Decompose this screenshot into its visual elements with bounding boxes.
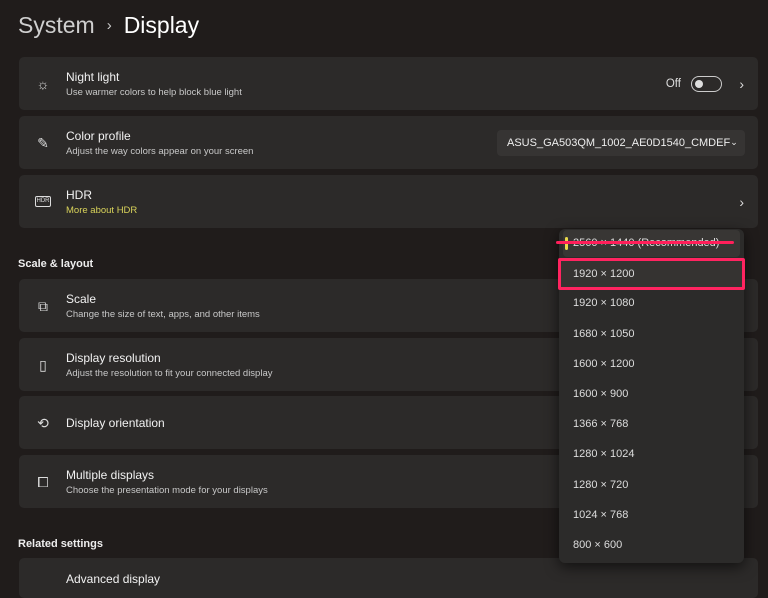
card-title: Multiple displays [66, 468, 268, 482]
card-title: Scale [66, 292, 260, 306]
chevron-right-icon: › [739, 194, 744, 210]
resolution-option[interactable]: 800 × 600 [563, 532, 740, 559]
orientation-icon: ⟲ [35, 415, 51, 431]
card-title: Display orientation [66, 416, 165, 430]
hdr-card[interactable]: HDR HDR More about HDR › [19, 175, 758, 228]
eyedropper-icon: ✎ [35, 135, 51, 151]
multiple-displays-icon: ⧠ [35, 474, 51, 490]
card-title: Color profile [66, 129, 253, 143]
card-title: Night light [66, 70, 242, 84]
resolution-option[interactable]: 1600 × 1200 [563, 351, 740, 378]
resolution-option[interactable]: 1600 × 900 [563, 381, 740, 408]
scale-icon: ⧉ [35, 298, 51, 314]
card-desc: Adjust the resolution to fit your connec… [66, 368, 272, 379]
advanced-display-card[interactable]: Advanced display [19, 558, 758, 598]
chevron-down-icon: ⌄ [730, 137, 738, 148]
resolution-icon: ▯ [35, 357, 51, 373]
card-title: Advanced display [66, 572, 160, 586]
select-value: ASUS_GA503QM_1002_AE0D1540_CMDEF [507, 137, 730, 149]
resolution-option[interactable]: 1024 × 768 [563, 502, 740, 529]
page-title: Display [124, 12, 199, 39]
resolution-option[interactable]: 1366 × 768 [563, 411, 740, 438]
card-desc: Use warmer colors to help block blue lig… [66, 87, 242, 98]
card-desc: Choose the presentation mode for your di… [66, 485, 268, 496]
card-desc: Adjust the way colors appear on your scr… [66, 146, 253, 157]
chevron-right-icon: › [107, 17, 112, 34]
resolution-option[interactable]: 1280 × 1024 [563, 441, 740, 468]
brightness-icon: ☼ [35, 76, 51, 92]
breadcrumb-system[interactable]: System [18, 12, 95, 39]
selected-resolution-option[interactable]: 1920 × 1200 [573, 268, 634, 280]
card-desc: Change the size of text, apps, and other… [66, 309, 260, 320]
toggle-state: Off [666, 78, 681, 90]
breadcrumb: System › Display [18, 12, 199, 39]
chevron-right-icon: › [739, 76, 744, 92]
color-profile-select[interactable]: ASUS_GA503QM_1002_AE0D1540_CMDEF⌄ [497, 130, 745, 156]
section-heading: Scale & layout [18, 258, 93, 270]
resolution-option[interactable]: 1920 × 1080 [563, 290, 740, 317]
color-profile-card: ✎ Color profile Adjust the way colors app… [19, 116, 758, 169]
annotation-highlight-box: 1920 × 1200 [558, 258, 745, 290]
annotation-strike-line [556, 241, 734, 244]
section-heading: Related settings [18, 538, 103, 550]
card-title: HDR [66, 188, 137, 202]
hdr-icon: HDR [35, 196, 51, 207]
night-light-toggle[interactable] [691, 76, 722, 92]
resolution-option[interactable]: 1680 × 1050 [563, 321, 740, 348]
night-light-card[interactable]: ☼ Night light Use warmer colors to help b… [19, 57, 758, 110]
resolution-option[interactable]: 1280 × 720 [563, 472, 740, 499]
card-title: Display resolution [66, 351, 272, 365]
more-about-hdr-link[interactable]: More about HDR [66, 205, 137, 216]
